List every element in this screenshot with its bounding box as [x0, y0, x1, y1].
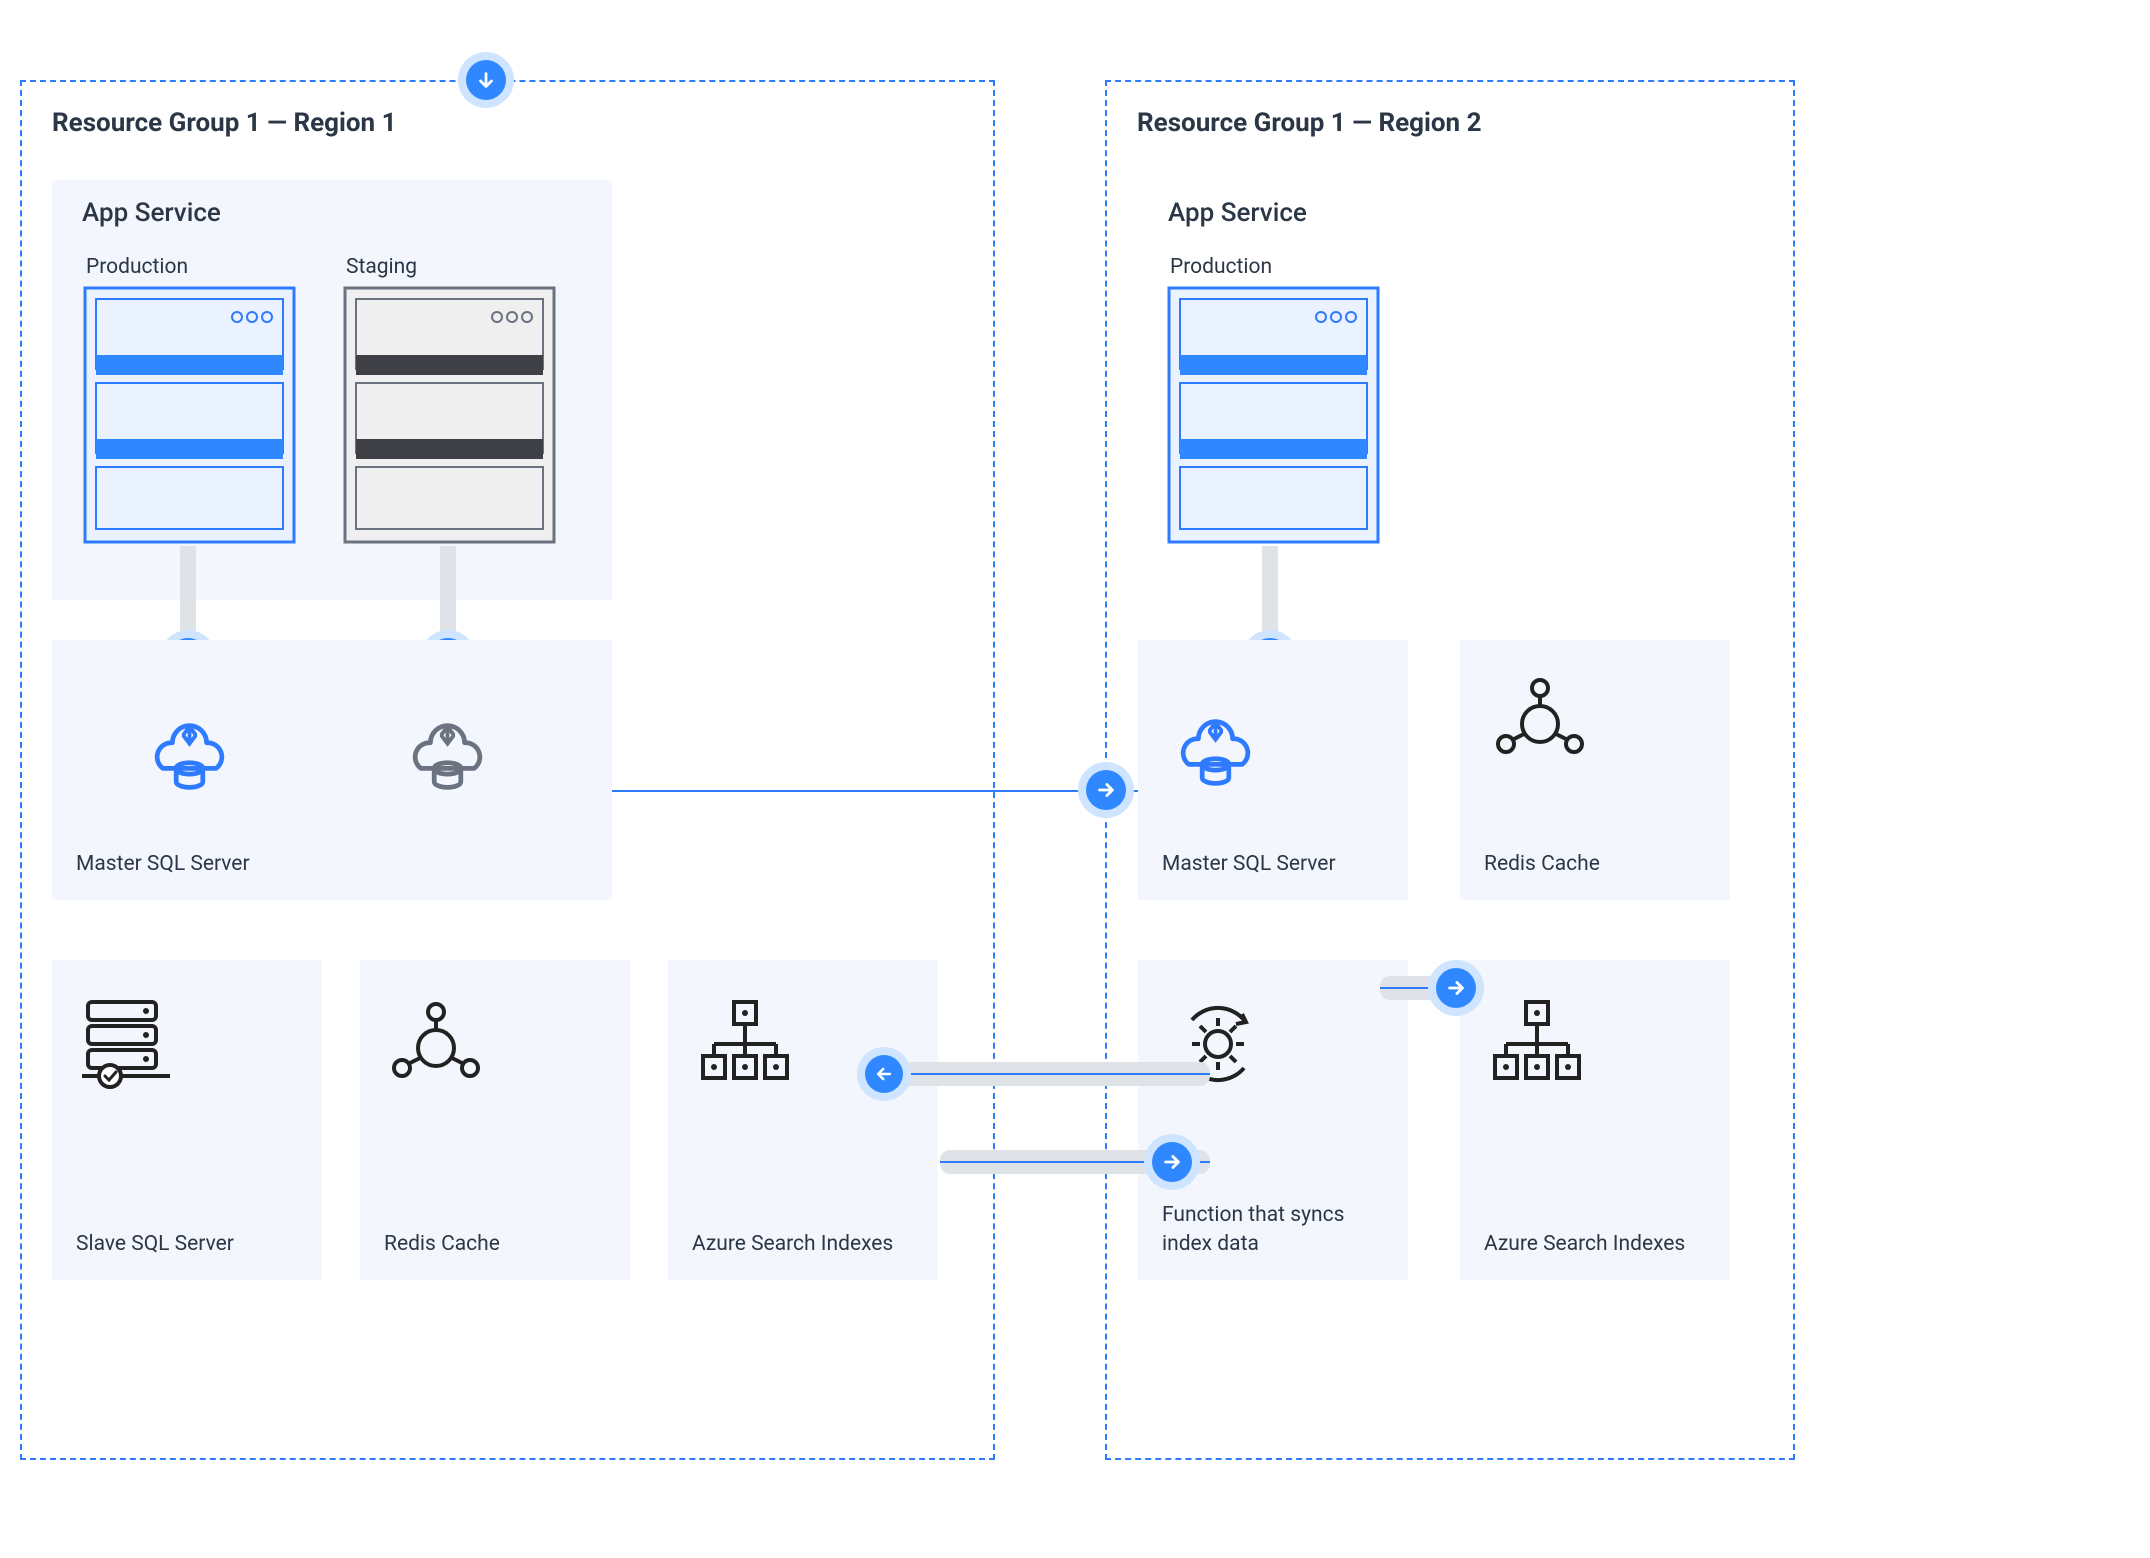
connector-func-to-search-top-line — [860, 1073, 1210, 1075]
search-index-icon — [694, 996, 794, 1091]
server-left-production-caption: Production — [86, 255, 188, 279]
appservice-left-title: App Service — [82, 198, 221, 228]
card-right-redis: Redis Cache — [1460, 640, 1730, 900]
architecture-diagram: Resource Group 1 — Region 1 Resource Gro… — [0, 0, 2150, 1558]
connector-sql-to-sql — [612, 790, 1138, 792]
arrow-right-sql-icon — [1086, 770, 1126, 810]
redis-graph-icon — [1490, 676, 1590, 771]
card-left-master-sql-label: Master SQL Server — [76, 850, 250, 878]
appservice-right-title: App Service — [1168, 198, 1307, 228]
appservice-right: App Service Production — [1138, 180, 1438, 600]
card-left-search: Azure Search Indexes — [668, 960, 938, 1280]
card-right-redis-label: Redis Cache — [1484, 850, 1600, 878]
card-left-master-sql: Master SQL Server — [52, 640, 612, 900]
arrow-down-top-icon — [466, 60, 506, 100]
card-right-func-label: Function that syncs index data — [1162, 1201, 1392, 1258]
card-left-redis: Redis Cache — [360, 960, 630, 1280]
card-left-slave-sql: Slave SQL Server — [52, 960, 322, 1280]
arrow-right-func-bottom-icon — [1152, 1142, 1192, 1182]
server-right-production-caption: Production — [1170, 255, 1272, 279]
card-right-master-sql: Master SQL Server — [1138, 640, 1408, 900]
card-left-slave-sql-label: Slave SQL Server — [76, 1230, 234, 1258]
sql-cloud-blue-icon — [1168, 696, 1263, 791]
server-blue-icon — [1166, 285, 1381, 545]
card-left-search-label: Azure Search Indexes — [692, 1230, 893, 1258]
card-right-search-label: Azure Search Indexes — [1484, 1230, 1685, 1258]
card-right-master-sql-label: Master SQL Server — [1162, 850, 1336, 878]
server-right-production: Production — [1166, 285, 1381, 545]
card-right-func: Function that syncs index data — [1138, 960, 1408, 1280]
arrow-right-func-to-search-icon — [1436, 968, 1476, 1008]
appservice-left: App Service Production Staging — [52, 180, 612, 600]
card-right-search: Azure Search Indexes — [1460, 960, 1730, 1280]
server-left-staging-caption: Staging — [346, 255, 417, 279]
redis-graph-icon — [386, 1000, 486, 1095]
card-left-redis-label: Redis Cache — [384, 1230, 500, 1258]
database-check-icon — [78, 996, 178, 1091]
arrow-left-func-top-icon — [865, 1055, 903, 1093]
server-left-staging: Staging — [342, 285, 557, 545]
server-blue-icon — [82, 285, 297, 545]
sql-cloud-grey-icon — [400, 700, 495, 795]
server-left-production: Production — [82, 285, 297, 545]
sql-cloud-blue-icon — [142, 700, 237, 795]
region-left-title: Resource Group 1 — Region 1 — [52, 108, 397, 138]
server-grey-icon — [342, 285, 557, 545]
search-index-icon — [1486, 996, 1586, 1091]
region-right-title: Resource Group 1 — Region 2 — [1137, 108, 1482, 138]
